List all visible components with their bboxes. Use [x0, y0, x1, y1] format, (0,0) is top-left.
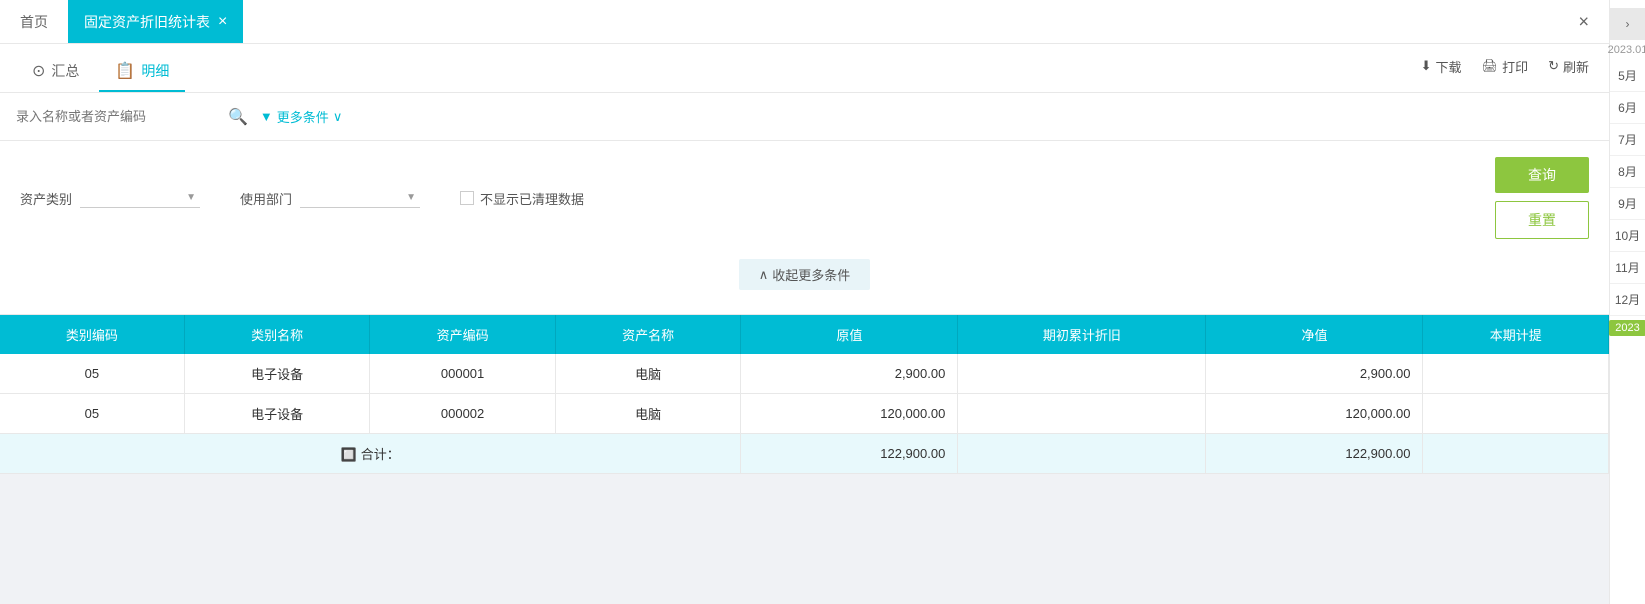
cell-asset-code: 000001 — [370, 354, 556, 394]
refresh-icon: ↻ — [1548, 58, 1559, 74]
refresh-label: 刷新 — [1563, 57, 1589, 76]
reset-button[interactable]: 重置 — [1495, 201, 1589, 239]
asset-type-arrow-icon: ▼ — [186, 192, 196, 203]
asset-type-label: 资产类别 — [20, 189, 72, 208]
total-label-cell: 🔲合计： — [0, 434, 741, 474]
download-label: 下载 — [1436, 57, 1462, 76]
col-net-value: 净值 — [1206, 315, 1423, 354]
hide-cleared-filter: 不显示已清理数据 — [460, 189, 584, 208]
total-current-period — [1423, 434, 1609, 474]
total-icon: 🔲 — [341, 447, 357, 462]
cell-accumulated-depreciation — [958, 394, 1206, 434]
department-select[interactable]: ▼ — [300, 188, 420, 208]
cell-current-period — [1423, 354, 1609, 394]
total-original-value: 122,900.00 — [741, 434, 958, 474]
filter-action-buttons: 查询 重置 — [1495, 157, 1589, 239]
filter-icon: ▼ — [260, 109, 273, 124]
sidebar-month-9[interactable]: 9月 — [1610, 188, 1645, 220]
col-accumulated-depreciation: 期初累计折旧 — [958, 315, 1206, 354]
total-accumulated-depreciation — [958, 434, 1206, 474]
query-button[interactable]: 查询 — [1495, 157, 1589, 193]
search-input[interactable] — [16, 109, 216, 124]
close-tab-button[interactable]: × — [218, 13, 227, 31]
department-arrow-icon: ▼ — [406, 192, 416, 203]
cell-category-name: 电子设备 — [184, 354, 370, 394]
asset-type-select[interactable]: ▼ — [80, 188, 200, 208]
hide-cleared-checkbox[interactable] — [460, 191, 474, 205]
cell-original-value: 2,900.00 — [741, 354, 958, 394]
print-button[interactable]: 🖨 打印 — [1482, 57, 1529, 76]
print-icon: 🖨 — [1482, 58, 1499, 74]
total-net-value: 122,900.00 — [1206, 434, 1423, 474]
tab-detail[interactable]: 📋 明细 — [99, 52, 185, 92]
collapse-row: ∧ 收起更多条件 — [20, 251, 1589, 298]
sidebar-month-6[interactable]: 6月 — [1610, 92, 1645, 124]
sidebar-expand-button[interactable]: › — [1610, 8, 1645, 40]
collapse-icon: ∧ — [759, 267, 769, 283]
asset-type-filter: 资产类别 ▼ — [20, 188, 200, 208]
right-sidebar: › 2023.01 5月 6月 7月 8月 9月 10月 11月 12月 202… — [1609, 0, 1645, 604]
asset-type-value — [84, 190, 182, 205]
cell-net-value: 120,000.00 — [1206, 394, 1423, 434]
sidebar-month-11[interactable]: 11月 — [1610, 252, 1645, 284]
sidebar-month-12[interactable]: 12月 — [1610, 284, 1645, 316]
table-row[interactable]: 05 电子设备 000002 电脑 120,000.00 120,000.00 — [0, 394, 1609, 434]
tab-label: 固定资产折旧统计表 — [84, 12, 210, 32]
download-button[interactable]: ⬇ 下载 — [1421, 57, 1462, 76]
fixed-assets-tab[interactable]: 固定资产折旧统计表 × — [68, 0, 243, 43]
year-badge[interactable]: 2023 — [1609, 320, 1645, 336]
close-window-button[interactable]: × — [1578, 11, 1589, 32]
table-header-row: 类别编码 类别名称 资产编码 资产名称 原值 期初累计折旧 净值 本期计提 — [0, 315, 1609, 354]
cell-net-value: 2,900.00 — [1206, 354, 1423, 394]
cell-asset-name: 电脑 — [555, 394, 741, 434]
col-original-value: 原值 — [741, 315, 958, 354]
col-asset-code: 资产编码 — [370, 315, 556, 354]
sidebar-month-7[interactable]: 7月 — [1610, 124, 1645, 156]
department-label: 使用部门 — [240, 189, 292, 208]
collapse-label: 收起更多条件 — [772, 265, 850, 284]
search-bar: 🔍 ▼ 更多条件 ∨ — [0, 93, 1609, 141]
sidebar-month-10[interactable]: 10月 — [1610, 220, 1645, 252]
table-total-row: 🔲合计： 122,900.00 122,900.00 — [0, 434, 1609, 474]
collapse-button[interactable]: ∧ 收起更多条件 — [739, 259, 871, 290]
cell-original-value: 120,000.00 — [741, 394, 958, 434]
cell-category-name: 电子设备 — [184, 394, 370, 434]
hide-cleared-label: 不显示已清理数据 — [480, 189, 584, 208]
cell-accumulated-depreciation — [958, 354, 1206, 394]
col-category-name: 类别名称 — [184, 315, 370, 354]
col-category-code: 类别编码 — [0, 315, 184, 354]
more-conditions-button[interactable]: ▼ 更多条件 ∨ — [260, 107, 342, 126]
cell-asset-name: 电脑 — [555, 354, 741, 394]
download-icon: ⬇ — [1421, 58, 1432, 74]
tab-summary[interactable]: ⊙ 汇总 — [16, 52, 95, 92]
data-table: 类别编码 类别名称 资产编码 资产名称 原值 期初累计折旧 净值 本期计提 05… — [0, 315, 1609, 474]
more-conditions-label: 更多条件 — [277, 107, 329, 126]
tab-summary-label: 汇总 — [51, 61, 79, 81]
filter-panel: 资产类别 ▼ 使用部门 ▼ 不显示已清理数据 查询 重置 — [0, 141, 1609, 315]
home-nav-item[interactable]: 首页 — [0, 0, 68, 43]
refresh-button[interactable]: ↻ 刷新 — [1548, 57, 1589, 76]
cell-current-period — [1423, 394, 1609, 434]
date-label: 2023.01 — [1606, 40, 1645, 60]
chevron-down-icon: ∨ — [333, 109, 343, 125]
print-label: 打印 — [1502, 57, 1528, 76]
cell-category-code: 05 — [0, 354, 184, 394]
summary-icon: ⊙ — [32, 61, 45, 81]
cell-asset-code: 000002 — [370, 394, 556, 434]
col-asset-name: 资产名称 — [555, 315, 741, 354]
department-value — [304, 190, 402, 205]
data-table-container: 类别编码 类别名称 资产编码 资产名称 原值 期初累计折旧 净值 本期计提 05… — [0, 315, 1609, 604]
table-row[interactable]: 05 电子设备 000001 电脑 2,900.00 2,900.00 — [0, 354, 1609, 394]
tab-detail-label: 明细 — [141, 61, 169, 81]
search-icon[interactable]: 🔍 — [228, 107, 248, 127]
sidebar-month-8[interactable]: 8月 — [1610, 156, 1645, 188]
detail-icon: 📋 — [115, 61, 135, 81]
sidebar-month-5[interactable]: 5月 — [1610, 60, 1645, 92]
cell-category-code: 05 — [0, 394, 184, 434]
col-current-period: 本期计提 — [1423, 315, 1609, 354]
department-filter: 使用部门 ▼ — [240, 188, 420, 208]
